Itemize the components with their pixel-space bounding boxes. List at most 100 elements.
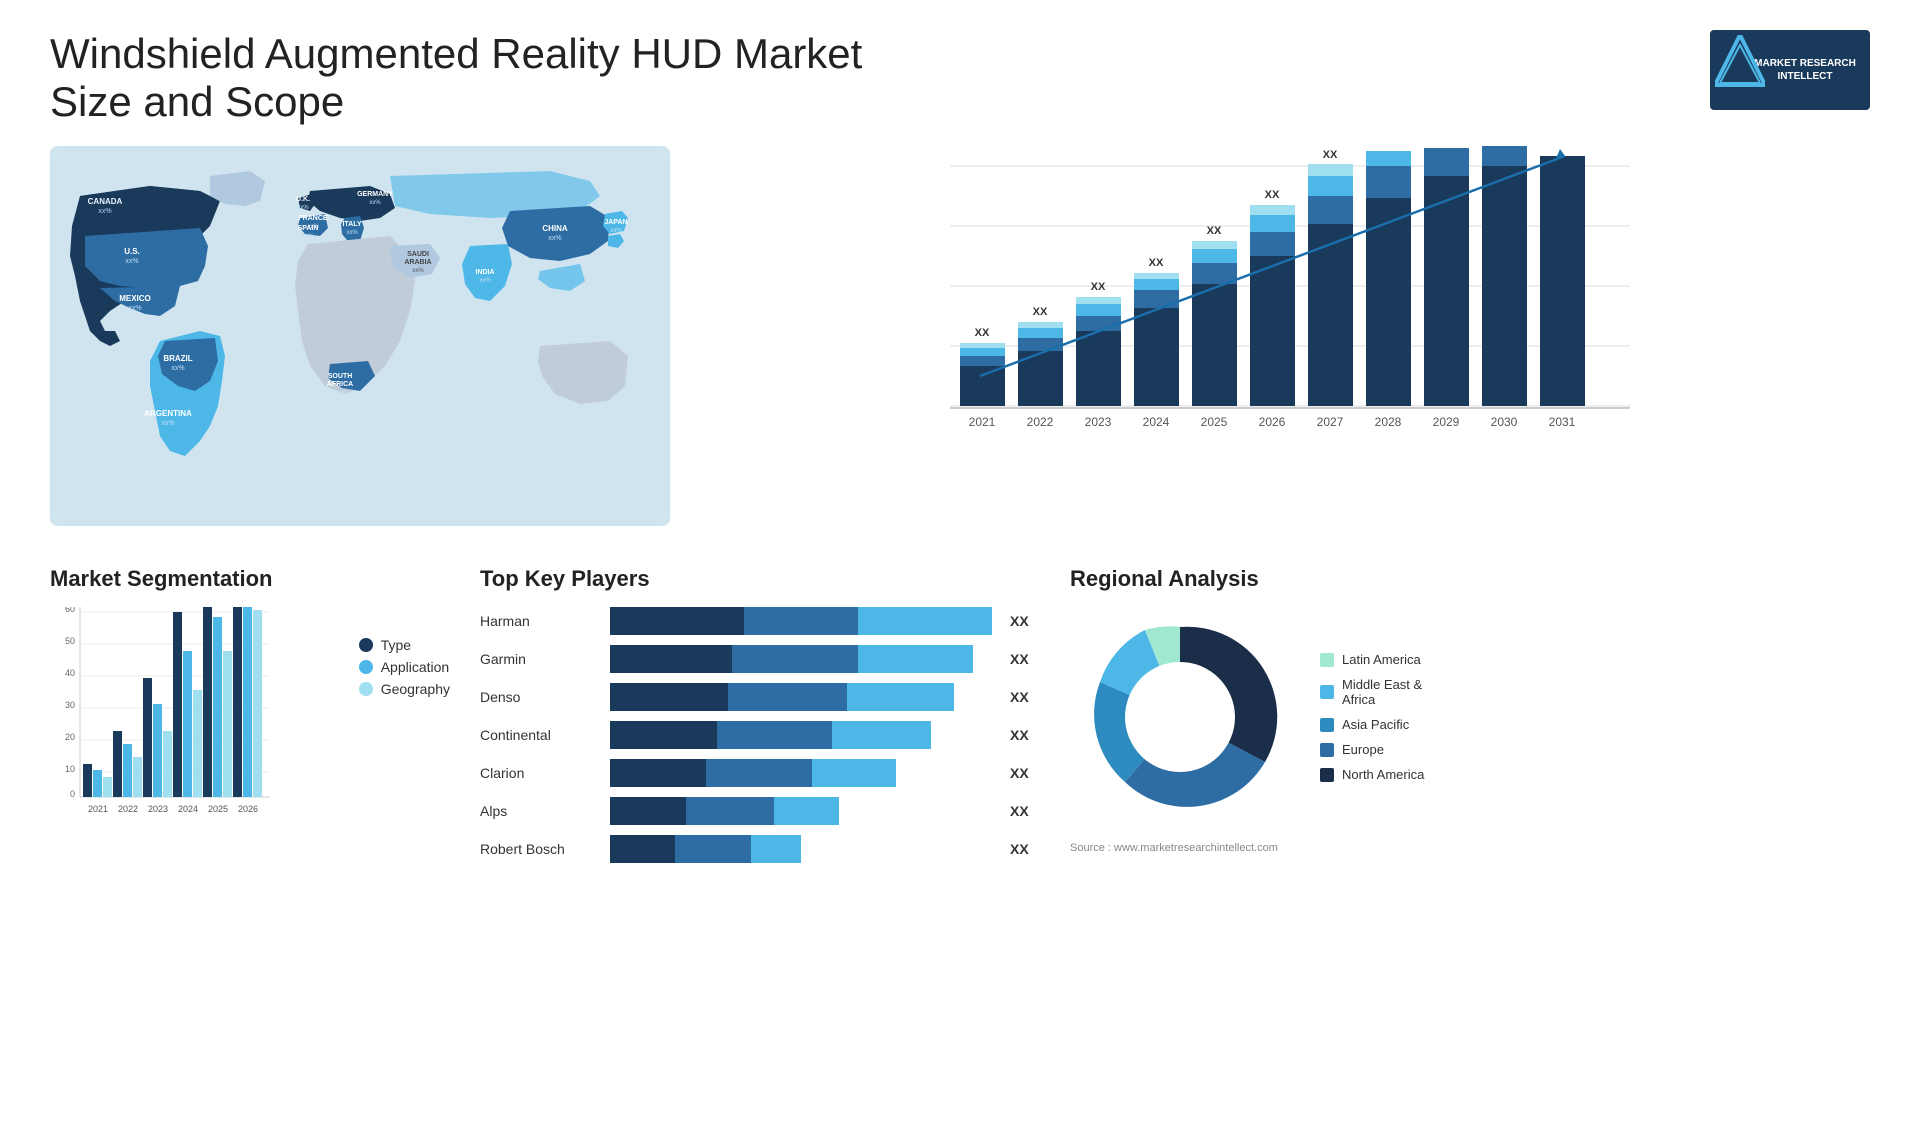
segmentation-title: Market Segmentation: [50, 566, 450, 592]
player-bar: [610, 607, 992, 635]
svg-text:U.K.: U.K.: [296, 196, 310, 203]
svg-text:2024: 2024: [178, 804, 198, 814]
bar-chart-section: XX XX XX: [690, 146, 1870, 526]
svg-text:xx%: xx%: [479, 278, 491, 284]
bottom-grid: Market Segmentation 60 50 40 30: [50, 556, 1870, 883]
header: Windshield Augmented Reality HUD Market …: [50, 30, 1870, 126]
svg-text:XX: XX: [1265, 189, 1280, 201]
svg-text:2021: 2021: [88, 804, 108, 814]
svg-text:XX: XX: [975, 327, 990, 339]
logo-box: MARKET RESEARCH INTELLECT: [1710, 30, 1870, 110]
svg-text:2023: 2023: [148, 804, 168, 814]
svg-text:CANADA: CANADA: [88, 197, 123, 206]
svg-text:20: 20: [65, 732, 75, 742]
list-item: Robert Bosch XX: [480, 835, 1040, 863]
svg-text:INDIA: INDIA: [475, 269, 494, 276]
world-map-svg: CANADA xx% U.S. xx% MEXICO xx% BRAZIL xx…: [50, 146, 670, 526]
key-players-title: Top Key Players: [480, 566, 1040, 592]
regional-section: Regional Analysis: [1070, 556, 1870, 883]
legend-dot-mea: [1320, 685, 1334, 699]
svg-text:ARGENTINA: ARGENTINA: [144, 409, 192, 418]
svg-text:U.S.: U.S.: [124, 247, 140, 256]
svg-text:2029: 2029: [1433, 415, 1460, 429]
svg-text:2025: 2025: [1201, 415, 1228, 429]
legend-label-latin: Latin America: [1342, 652, 1421, 667]
legend-geography: Geography: [359, 681, 450, 697]
svg-text:2027: 2027: [1317, 415, 1344, 429]
svg-text:XX: XX: [1323, 149, 1338, 161]
legend-item-europe: Europe: [1320, 742, 1424, 757]
svg-text:xx%: xx%: [548, 235, 561, 242]
regional-legend: Latin America Middle East &Africa Asia P…: [1320, 652, 1424, 782]
svg-text:ITALY: ITALY: [342, 221, 361, 228]
source-text: Source : www.marketresearchintellect.com: [1070, 842, 1870, 854]
svg-text:BRAZIL: BRAZIL: [163, 354, 192, 363]
legend-dot-application: [359, 660, 373, 674]
donut-chart-svg: [1070, 607, 1290, 827]
legend-item-apac: Asia Pacific: [1320, 717, 1424, 732]
world-map: CANADA xx% U.S. xx% MEXICO xx% BRAZIL xx…: [50, 146, 670, 526]
player-value: XX: [1010, 727, 1040, 743]
legend-label-mea: Middle East &Africa: [1342, 677, 1422, 707]
legend-dot-type: [359, 638, 373, 652]
svg-text:2031: 2031: [1549, 415, 1576, 429]
svg-text:2022: 2022: [118, 804, 138, 814]
content-grid: CANADA xx% U.S. xx% MEXICO xx% BRAZIL xx…: [50, 146, 1870, 883]
legend-label-application: Application: [381, 659, 450, 675]
player-bar: [610, 721, 992, 749]
legend-dot-na: [1320, 768, 1334, 782]
svg-text:10: 10: [65, 764, 75, 774]
logo-container: MARKET RESEARCH INTELLECT: [1710, 30, 1870, 110]
list-item: Denso XX: [480, 683, 1040, 711]
list-item: Garmin XX: [480, 645, 1040, 673]
player-bar: [610, 797, 992, 825]
legend-item-na: North America: [1320, 767, 1424, 782]
legend-label-type: Type: [381, 637, 411, 653]
list-item: Harman XX: [480, 607, 1040, 635]
svg-text:xx%: xx%: [334, 390, 346, 396]
legend-item-mea: Middle East &Africa: [1320, 677, 1424, 707]
svg-text:xx%: xx%: [128, 305, 141, 312]
svg-text:SPAIN: SPAIN: [298, 225, 319, 232]
player-value: XX: [1010, 765, 1040, 781]
player-value: XX: [1010, 803, 1040, 819]
svg-text:xx%: xx%: [125, 258, 138, 265]
player-value: XX: [1010, 651, 1040, 667]
svg-text:XX: XX: [1381, 146, 1396, 149]
segmentation-section: Market Segmentation 60 50 40 30: [50, 556, 450, 883]
legend-dot-geography: [359, 682, 373, 696]
player-name: Garmin: [480, 651, 600, 667]
player-value: XX: [1010, 689, 1040, 705]
svg-text:2021: 2021: [969, 415, 996, 429]
svg-text:40: 40: [65, 668, 75, 678]
legend-dot-latin: [1320, 653, 1334, 667]
player-bar: [610, 683, 992, 711]
svg-text:FRANCE: FRANCE: [298, 215, 327, 222]
svg-text:XX: XX: [1149, 257, 1164, 269]
player-bar: [610, 835, 992, 863]
player-value: XX: [1010, 841, 1040, 857]
bar-chart-container: XX XX XX: [710, 146, 1870, 526]
svg-text:xx%: xx%: [302, 234, 314, 240]
svg-text:MEXICO: MEXICO: [119, 294, 151, 303]
svg-text:XX: XX: [1207, 225, 1222, 237]
svg-text:JAPAN: JAPAN: [604, 219, 627, 226]
svg-text:2022: 2022: [1027, 415, 1054, 429]
svg-text:2026: 2026: [238, 804, 258, 814]
player-bar: [610, 759, 992, 787]
player-name: Alps: [480, 803, 600, 819]
page-title: Windshield Augmented Reality HUD Market …: [50, 30, 950, 126]
svg-text:XX: XX: [1555, 146, 1570, 147]
svg-text:SAUDI: SAUDI: [407, 251, 429, 258]
player-name: Denso: [480, 689, 600, 705]
svg-text:xx%: xx%: [369, 200, 381, 206]
svg-text:xx%: xx%: [297, 205, 309, 211]
bar-chart-svg: XX XX XX: [710, 146, 1870, 476]
regional-title: Regional Analysis: [1070, 566, 1870, 592]
player-value: XX: [1010, 613, 1040, 629]
player-name: Harman: [480, 613, 600, 629]
legend-dot-apac: [1320, 718, 1334, 732]
svg-text:60: 60: [65, 607, 75, 614]
svg-text:2025: 2025: [208, 804, 228, 814]
logo-text: MARKET RESEARCH INTELLECT: [1748, 57, 1862, 83]
